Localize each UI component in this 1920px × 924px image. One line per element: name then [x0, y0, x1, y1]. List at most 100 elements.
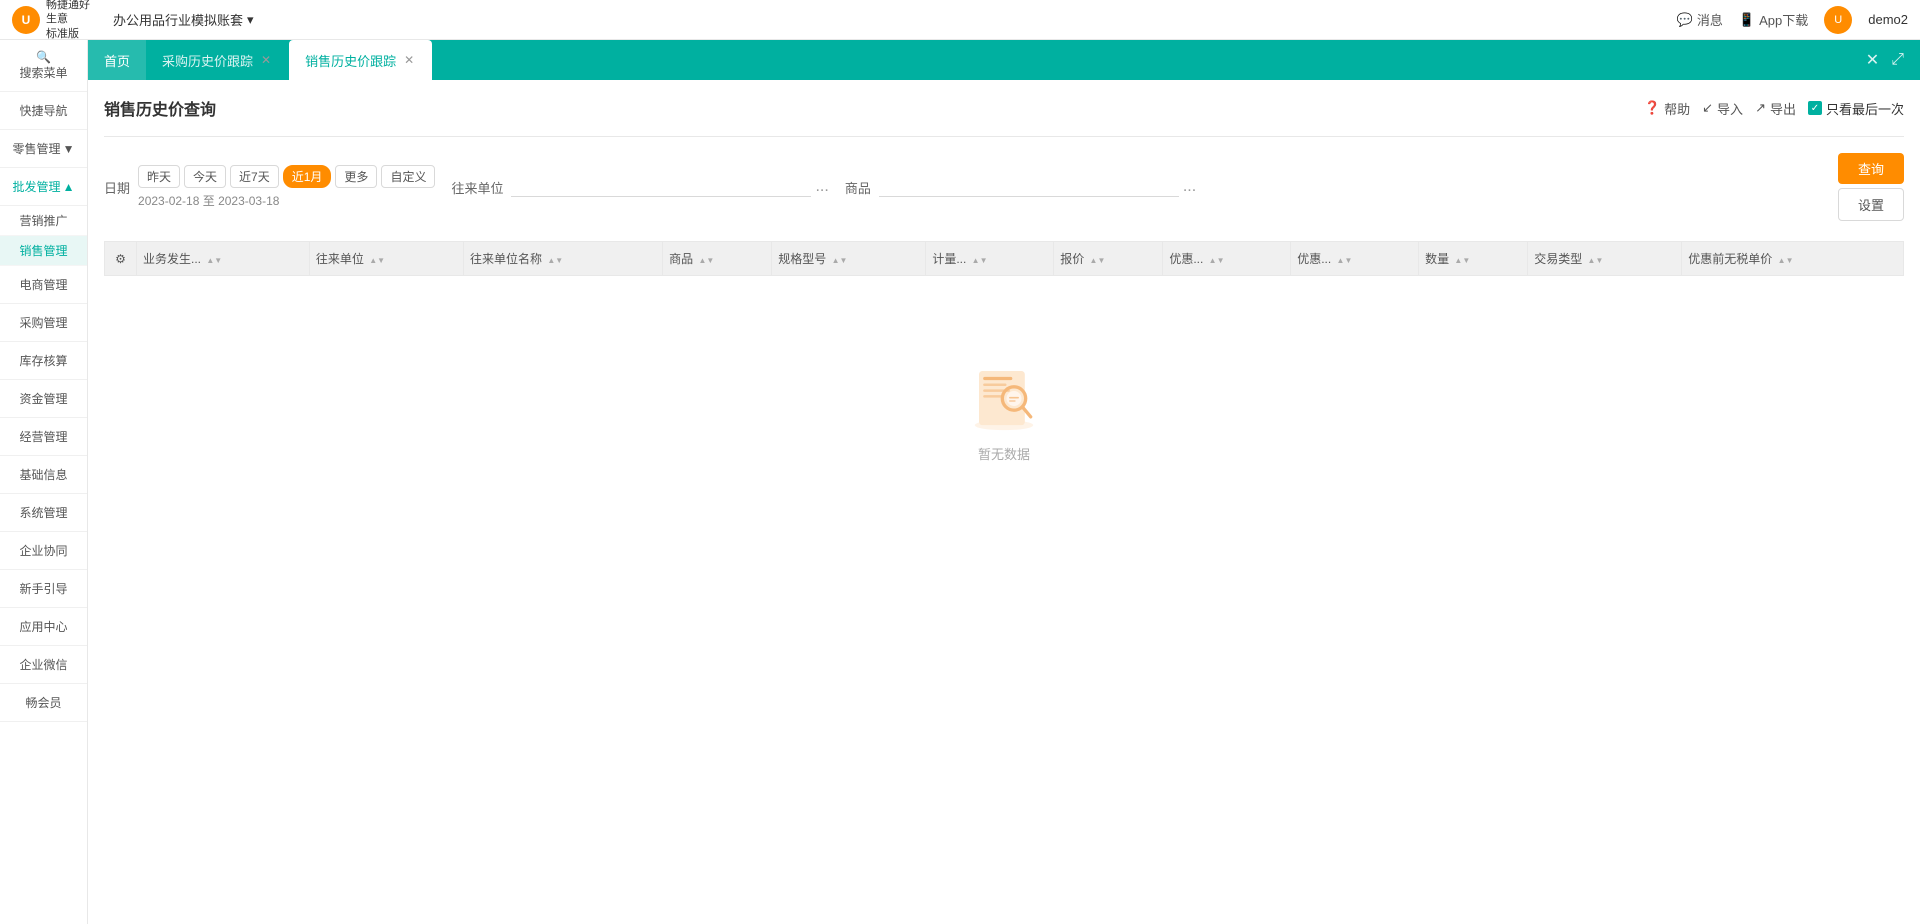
th-product[interactable]: 商品 ▲▼	[663, 242, 772, 276]
top-bar-left: U 畅捷通好生意 标准版 办公用品行业模拟账套 ▾	[12, 0, 262, 41]
tab-bar-actions: ✕ ⤢	[1850, 46, 1920, 74]
sidebar-item-app-center[interactable]: 应用中心	[0, 608, 87, 646]
th-partner-name[interactable]: 往来单位名称 ▲▼	[463, 242, 662, 276]
import-link[interactable]: ↙ 导入	[1702, 99, 1743, 118]
date-btn-7days[interactable]: 近7天	[230, 165, 279, 188]
partner-filter-group: 往来单位 ...	[451, 177, 828, 197]
sidebar-item-enterprise-collab[interactable]: 企业协同	[0, 532, 87, 570]
divider	[104, 136, 1904, 137]
chevron-up-icon: ▲	[63, 180, 75, 194]
th-trade-type[interactable]: 交易类型 ▲▼	[1528, 242, 1682, 276]
sidebar-item-tutorial[interactable]: 新手引导	[0, 570, 87, 608]
th-biz-date[interactable]: 业务发生... ▲▼	[137, 242, 310, 276]
sidebar-item-wechat-work[interactable]: 企业微信	[0, 646, 87, 684]
filter-actions: 查询 设置	[1838, 153, 1904, 221]
sort-icon-product: ▲▼	[698, 256, 714, 265]
close-tab-button[interactable]: ✕	[1862, 46, 1883, 74]
page-inner: 销售历史价查询 ❓ 帮助 ↙ 导入 ↗ 导出	[88, 80, 1920, 924]
product-dots-button[interactable]: ...	[1183, 178, 1196, 196]
th-discount2[interactable]: 优惠... ▲▼	[1291, 242, 1419, 276]
help-link[interactable]: ❓ 帮助	[1644, 99, 1690, 118]
sort-icon-unit: ▲▼	[972, 256, 988, 265]
date-btn-custom[interactable]: 自定义	[381, 165, 435, 188]
th-unit[interactable]: 计量... ▲▼	[926, 242, 1054, 276]
sort-icon-biz-date: ▲▼	[206, 256, 222, 265]
date-range: 2023-02-18 至 2023-03-18	[138, 192, 435, 209]
th-partner-code[interactable]: 往来单位 ▲▼	[309, 242, 463, 276]
partner-input[interactable]	[511, 177, 811, 197]
date-btn-today[interactable]: 今天	[184, 165, 226, 188]
sidebar-item-shortcuts[interactable]: 快捷导航	[0, 92, 87, 130]
content-area: 首页 采购历史价跟踪 ✕ 销售历史价跟踪 ✕ ✕ ⤢ 销售历史价查询	[88, 40, 1920, 924]
sidebar-item-finance[interactable]: 资金管理	[0, 380, 87, 418]
sidebar-item-ecommerce[interactable]: 电商管理	[0, 266, 87, 304]
top-bar-right: 💬 消息 📱 App下载 U demo2	[1677, 6, 1908, 34]
sidebar-item-basic-info[interactable]: 基础信息	[0, 456, 87, 494]
filter-bar: 日期 昨天 今天 近7天 近1月 更多 自定义 2023-02-18 至 202…	[104, 145, 1904, 233]
logo-icon: U	[12, 6, 40, 34]
sort-icon-partner-code: ▲▼	[369, 256, 385, 265]
chevron-down-icon: ▼	[63, 142, 75, 156]
sidebar-item-marketing[interactable]: 营销推广	[0, 206, 87, 236]
only-last-checkbox[interactable]	[1808, 101, 1822, 115]
empty-illustration	[954, 356, 1054, 436]
empty-state: 暂无数据	[104, 276, 1904, 543]
th-pre-tax-price[interactable]: 优惠前无税单价 ▲▼	[1682, 242, 1904, 276]
logo-area: U 畅捷通好生意 标准版	[12, 0, 97, 41]
tab-bar: 首页 采购历史价跟踪 ✕ 销售历史价跟踪 ✕ ✕ ⤢	[88, 40, 1920, 80]
sidebar-item-operations[interactable]: 经营管理	[0, 418, 87, 456]
im-button[interactable]: 💬 消息	[1677, 10, 1723, 29]
top-bar: U 畅捷通好生意 标准版 办公用品行业模拟账套 ▾ 💬 消息 📱 App下载 U…	[0, 0, 1920, 40]
maximize-button[interactable]: ⤢	[1887, 47, 1908, 73]
sort-icon-discount2: ▲▼	[1337, 256, 1353, 265]
th-price[interactable]: 报价 ▲▼	[1054, 242, 1163, 276]
tab-home[interactable]: 首页	[88, 40, 146, 80]
product-input[interactable]	[879, 177, 1179, 197]
chevron-down-icon: ▾	[247, 12, 254, 28]
app-download-button[interactable]: 📱 App下载	[1739, 10, 1808, 29]
tab-close-sales[interactable]: ✕	[402, 51, 416, 69]
date-btn-1month[interactable]: 近1月	[283, 165, 332, 188]
export-link[interactable]: ↗ 导出	[1755, 99, 1796, 118]
tab-sales-history[interactable]: 销售历史价跟踪 ✕	[289, 40, 432, 80]
sidebar-item-sales-mgmt[interactable]: 销售管理	[0, 236, 87, 266]
date-btn-more[interactable]: 更多	[335, 165, 377, 188]
page-actions: ❓ 帮助 ↙ 导入 ↗ 导出 只看最后一次	[1644, 99, 1904, 118]
settings-button[interactable]: 设置	[1838, 188, 1904, 221]
sidebar-item-search[interactable]: 🔍 搜索菜单	[0, 40, 87, 92]
table-container: ⚙ 业务发生... ▲▼ 往来单位 ▲▼	[104, 241, 1904, 276]
th-spec[interactable]: 规格型号 ▲▼	[772, 242, 926, 276]
gear-icon[interactable]: ⚙	[115, 252, 126, 266]
query-button[interactable]: 查询	[1838, 153, 1904, 184]
th-discount1[interactable]: 优惠... ▲▼	[1163, 242, 1291, 276]
sidebar-item-membership[interactable]: 畅会员	[0, 684, 87, 722]
download-icon: 📱	[1739, 12, 1755, 28]
tab-purchase-history[interactable]: 采购历史价跟踪 ✕	[146, 40, 289, 80]
avatar[interactable]: U	[1824, 6, 1852, 34]
sidebar-item-wholesale[interactable]: 批发管理 ▲	[0, 168, 87, 206]
username-label[interactable]: demo2	[1868, 12, 1908, 27]
sort-icon-qty: ▲▼	[1454, 256, 1470, 265]
main-layout: 🔍 搜索菜单 快捷导航 零售管理 ▼ 批发管理 ▲ 营销推广 销售管理 电商管理…	[0, 40, 1920, 924]
product-filter-group: 商品 ...	[845, 177, 1196, 197]
partner-dots-button[interactable]: ...	[815, 178, 828, 196]
message-icon: 💬	[1677, 12, 1693, 28]
tab-close-purchase[interactable]: ✕	[259, 51, 273, 69]
sidebar-item-system[interactable]: 系统管理	[0, 494, 87, 532]
date-filter-group: 日期 昨天 今天 近7天 近1月 更多 自定义 2023-02-18 至 202…	[104, 165, 435, 209]
date-buttons: 昨天 今天 近7天 近1月 更多 自定义	[138, 165, 435, 188]
app-selector[interactable]: 办公用品行业模拟账套 ▾	[105, 6, 262, 33]
only-last-checkbox-label[interactable]: 只看最后一次	[1808, 99, 1904, 118]
th-qty[interactable]: 数量 ▲▼	[1419, 242, 1528, 276]
sidebar-item-retail[interactable]: 零售管理 ▼	[0, 130, 87, 168]
logo-text: 畅捷通好生意 标准版	[46, 0, 97, 41]
date-btn-yesterday[interactable]: 昨天	[138, 165, 180, 188]
sort-icon-discount1: ▲▼	[1209, 256, 1225, 265]
th-gear[interactable]: ⚙	[105, 242, 137, 276]
sidebar-item-inventory[interactable]: 库存核算	[0, 342, 87, 380]
import-icon: ↙	[1702, 100, 1713, 116]
partner-input-group: ...	[511, 177, 828, 197]
sort-icon-partner-name: ▲▼	[547, 256, 563, 265]
sidebar-item-purchase[interactable]: 采购管理	[0, 304, 87, 342]
page-title: 销售历史价查询	[104, 96, 216, 120]
